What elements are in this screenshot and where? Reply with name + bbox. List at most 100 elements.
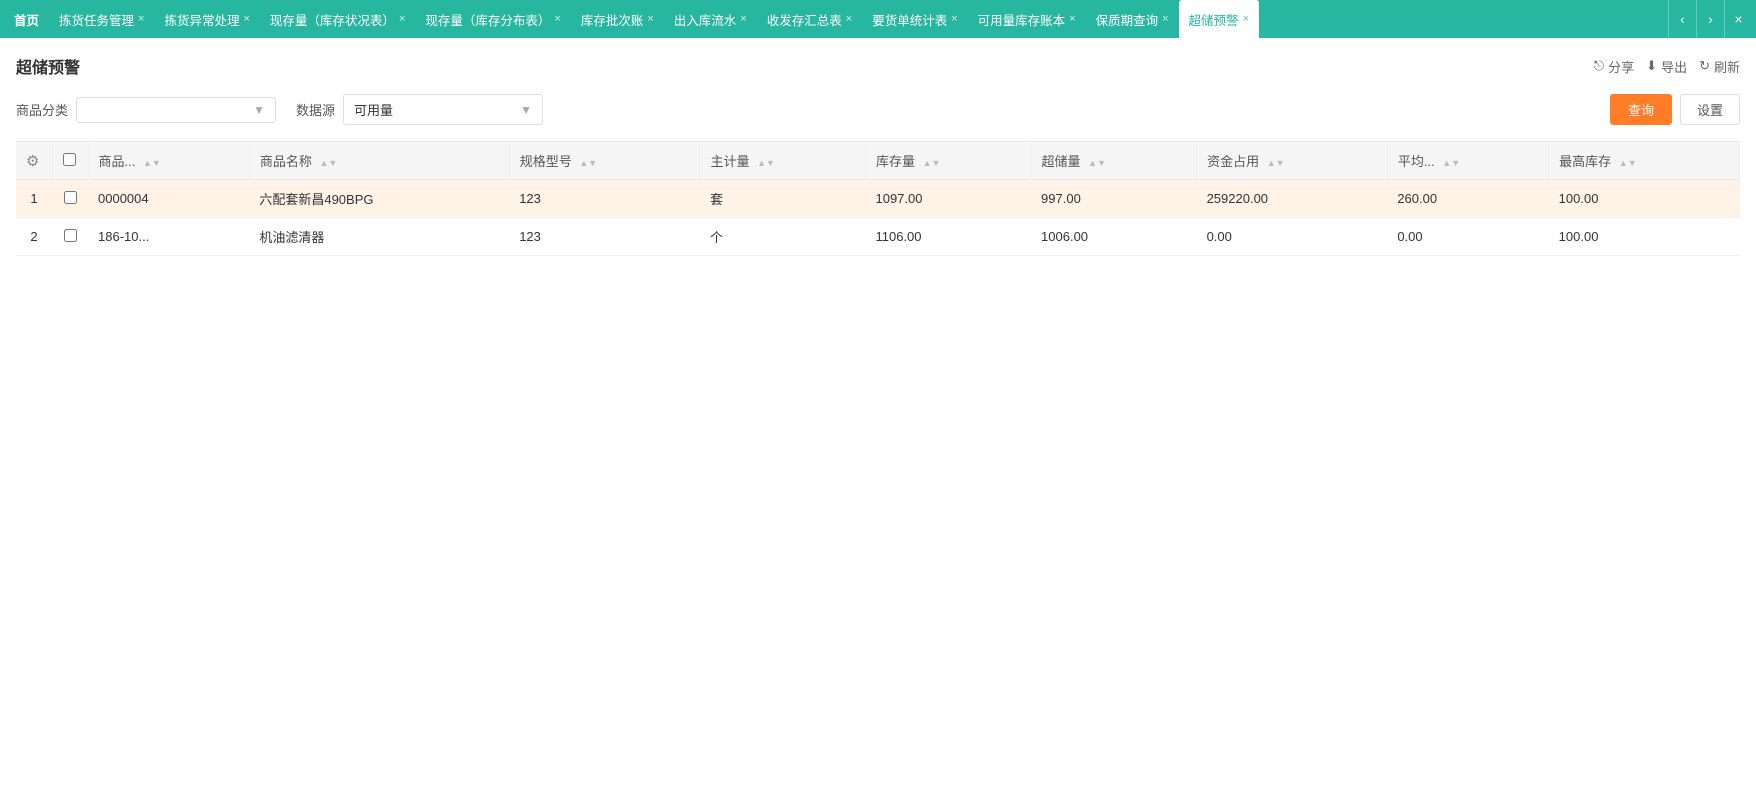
nav-close-10[interactable]: × [1162,13,1168,25]
category-label: 商品分类 [16,100,68,119]
row-checkbox[interactable] [64,191,77,204]
row-spec: 123 [509,180,700,218]
row-checkbox-cell [52,180,88,218]
nav-close-9[interactable]: × [1069,13,1075,25]
gear-icon[interactable]: ⚙ [26,153,39,170]
data-table: ⚙ 商品... ▲▼ 商品名称 ▲▼ 规格型号 ▲▼ 主计 [16,141,1740,256]
nav-close-3[interactable]: × [399,13,405,25]
nav-close-7[interactable]: × [846,13,852,25]
page-title: 超储预警 [16,54,80,78]
nav-arrows: ‹ › × [1668,0,1752,38]
row-stock: 1106.00 [865,218,1031,256]
select-all-checkbox[interactable] [63,153,76,166]
nav-close-2[interactable]: × [243,13,249,25]
sort-icon: ▲▼ [319,158,337,168]
row-avg: 0.00 [1387,218,1548,256]
export-button[interactable]: ⬇ 导出 [1646,57,1687,76]
category-select[interactable]: ▼ [76,97,276,123]
stock-column-header[interactable]: 库存量 ▲▼ [865,142,1031,180]
datasource-value: 可用量 [354,100,393,119]
filter-row: 商品分类 ▼ 数据源 可用量 ▼ 查询 设置 [16,94,1740,125]
row-code: 186-10... [88,218,249,256]
checkbox-column-header [52,142,88,180]
settings-button[interactable]: 设置 [1680,94,1740,125]
nav-item-6[interactable]: 出入库流水 × [664,0,757,38]
header-actions: ⎋ 分享 ⬇ 导出 ↻ 刷新 [1594,57,1740,76]
row-checkbox[interactable] [64,229,77,242]
nav-arrow-left[interactable]: ‹ [1668,0,1696,38]
code-column-header[interactable]: 商品... ▲▼ [88,142,249,180]
datasource-chevron-icon: ▼ [520,103,532,117]
overstock-column-header[interactable]: 超储量 ▲▼ [1031,142,1197,180]
settings-column-header[interactable]: ⚙ [16,142,52,180]
nav-close-8[interactable]: × [951,13,957,25]
name-column-header[interactable]: 商品名称 ▲▼ [249,142,509,180]
nav-arrow-right[interactable]: › [1696,0,1724,38]
sort-icon: ▲▼ [757,158,775,168]
row-maxstock: 100.00 [1549,180,1740,218]
nav-item-9[interactable]: 可用量库存账本 × [968,0,1086,38]
nav-close-4[interactable]: × [554,13,560,25]
nav-item-10[interactable]: 保质期查询 × [1086,0,1179,38]
refresh-button[interactable]: ↻ 刷新 [1699,57,1740,76]
sort-icon: ▲▼ [923,158,941,168]
page-content: 超储预警 ⎋ 分享 ⬇ 导出 ↻ 刷新 商品分类 ▼ 数据源 [0,38,1756,800]
nav-close-5[interactable]: × [647,13,653,25]
category-filter-group: 商品分类 ▼ [16,97,276,123]
row-unit: 个 [700,218,866,256]
action-buttons: 查询 设置 [1610,94,1740,125]
row-name: 机油滤清器 [249,218,509,256]
nav-arrow-close[interactable]: × [1724,0,1752,38]
nav-close-6[interactable]: × [740,13,746,25]
row-num: 1 [16,180,52,218]
row-code: 0000004 [88,180,249,218]
datasource-label: 数据源 [296,100,335,119]
nav-close-1[interactable]: × [138,13,144,25]
nav-item-1[interactable]: 拣货任务管理 × [49,0,154,38]
row-checkbox-cell [52,218,88,256]
nav-close-11[interactable]: × [1243,13,1249,25]
row-overstock: 997.00 [1031,180,1197,218]
avg-column-header[interactable]: 平均... ▲▼ [1387,142,1548,180]
nav-item-4[interactable]: 现存量（库存分布表） × [415,0,570,38]
nav-home[interactable]: 首页 [4,0,49,38]
sort-icon: ▲▼ [1088,158,1106,168]
query-button[interactable]: 查询 [1610,94,1672,125]
nav-item-11[interactable]: 超储预警 × [1179,0,1259,38]
share-button[interactable]: ⎋ 分享 [1594,57,1634,76]
row-spec: 123 [509,218,700,256]
sort-icon: ▲▼ [579,158,597,168]
maxstock-column-header[interactable]: 最高库存 ▲▼ [1549,142,1740,180]
capital-column-header[interactable]: 资金占用 ▲▼ [1197,142,1388,180]
row-overstock: 1006.00 [1031,218,1197,256]
export-icon: ⬇ [1646,58,1657,74]
table-row: 1 0000004 六配套新昌490BPG 123 套 1097.00 997.… [16,180,1740,218]
nav-item-2[interactable]: 拣货异常处理 × [154,0,259,38]
category-chevron-icon: ▼ [253,103,265,117]
page-header: 超储预警 ⎋ 分享 ⬇ 导出 ↻ 刷新 [16,54,1740,78]
spec-column-header[interactable]: 规格型号 ▲▼ [509,142,700,180]
row-capital: 259220.00 [1197,180,1388,218]
sort-icon: ▲▼ [1619,158,1637,168]
row-unit: 套 [700,180,866,218]
datasource-filter-group: 数据源 可用量 ▼ [296,94,543,125]
nav-item-7[interactable]: 收发存汇总表 × [757,0,862,38]
sort-icon: ▲▼ [143,158,161,168]
refresh-icon: ↻ [1699,58,1710,74]
row-maxstock: 100.00 [1549,218,1740,256]
unit-column-header[interactable]: 主计量 ▲▼ [700,142,866,180]
row-num: 2 [16,218,52,256]
sort-icon: ▲▼ [1267,158,1285,168]
top-nav: 首页 拣货任务管理 × 拣货异常处理 × 现存量（库存状况表） × 现存量（库存… [0,0,1756,38]
nav-item-8[interactable]: 要货单统计表 × [862,0,967,38]
row-stock: 1097.00 [865,180,1031,218]
row-name: 六配套新昌490BPG [249,180,509,218]
row-capital: 0.00 [1197,218,1388,256]
table-header-row: ⚙ 商品... ▲▼ 商品名称 ▲▼ 规格型号 ▲▼ 主计 [16,142,1740,180]
row-avg: 260.00 [1387,180,1548,218]
share-icon: ⎋ [1594,58,1604,74]
sort-icon: ▲▼ [1442,158,1460,168]
datasource-select[interactable]: 可用量 ▼ [343,94,543,125]
nav-item-5[interactable]: 库存批次账 × [571,0,664,38]
nav-item-3[interactable]: 现存量（库存状况表） × [260,0,415,38]
